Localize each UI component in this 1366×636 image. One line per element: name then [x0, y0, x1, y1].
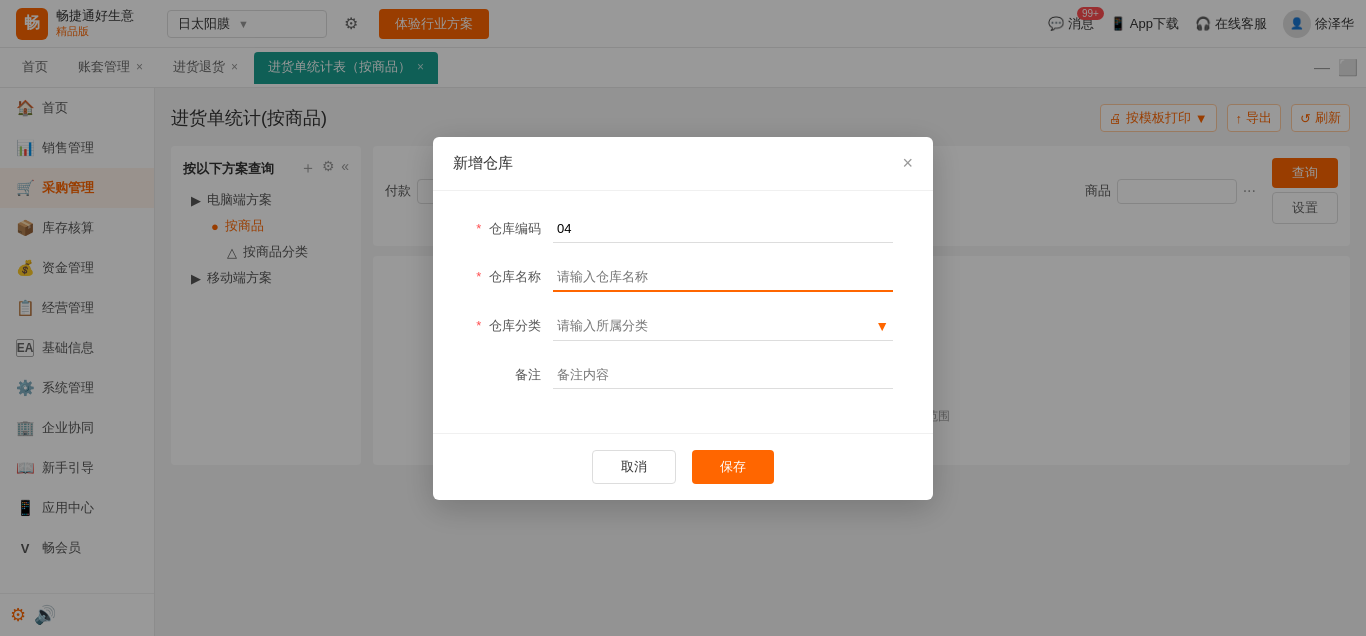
category-label-wrap: * 仓库分类 — [473, 317, 553, 335]
dialog-header: 新增仓库 × — [433, 137, 933, 191]
form-row-name: * 仓库名称 — [473, 263, 893, 292]
category-label: 仓库分类 — [489, 318, 541, 333]
save-button[interactable]: 保存 — [692, 450, 774, 484]
form-row-note: 备注 — [473, 361, 893, 389]
form-row-code: * 仓库编码 — [473, 215, 893, 243]
dialog-footer: 取消 保存 — [433, 433, 933, 500]
dialog-body: * 仓库编码 * 仓库名称 * 仓库分类 — [433, 191, 933, 433]
note-label-wrap: 备注 — [473, 366, 553, 384]
name-label: 仓库名称 — [489, 269, 541, 284]
name-input[interactable] — [553, 263, 893, 292]
required-mark-code: * — [476, 221, 481, 236]
dialog-close-button[interactable]: × — [902, 153, 913, 174]
code-label: 仓库编码 — [489, 221, 541, 236]
code-label-wrap: * 仓库编码 — [473, 220, 553, 238]
form-row-category: * 仓库分类 ▼ — [473, 312, 893, 341]
name-label-wrap: * 仓库名称 — [473, 268, 553, 286]
required-mark-category: * — [476, 318, 481, 333]
note-input[interactable] — [553, 361, 893, 389]
cancel-button[interactable]: 取消 — [592, 450, 676, 484]
dialog-new-warehouse: 新增仓库 × * 仓库编码 * 仓库名称 — [433, 137, 933, 500]
dialog-title: 新增仓库 — [453, 154, 513, 173]
required-mark-name: * — [476, 269, 481, 284]
category-arrow-icon: ▼ — [875, 318, 889, 334]
code-input[interactable] — [553, 215, 893, 243]
category-select-wrap: ▼ — [553, 312, 893, 341]
category-input[interactable] — [557, 318, 875, 333]
modal-overlay[interactable]: 新增仓库 × * 仓库编码 * 仓库名称 — [0, 0, 1366, 636]
note-label: 备注 — [515, 367, 541, 382]
